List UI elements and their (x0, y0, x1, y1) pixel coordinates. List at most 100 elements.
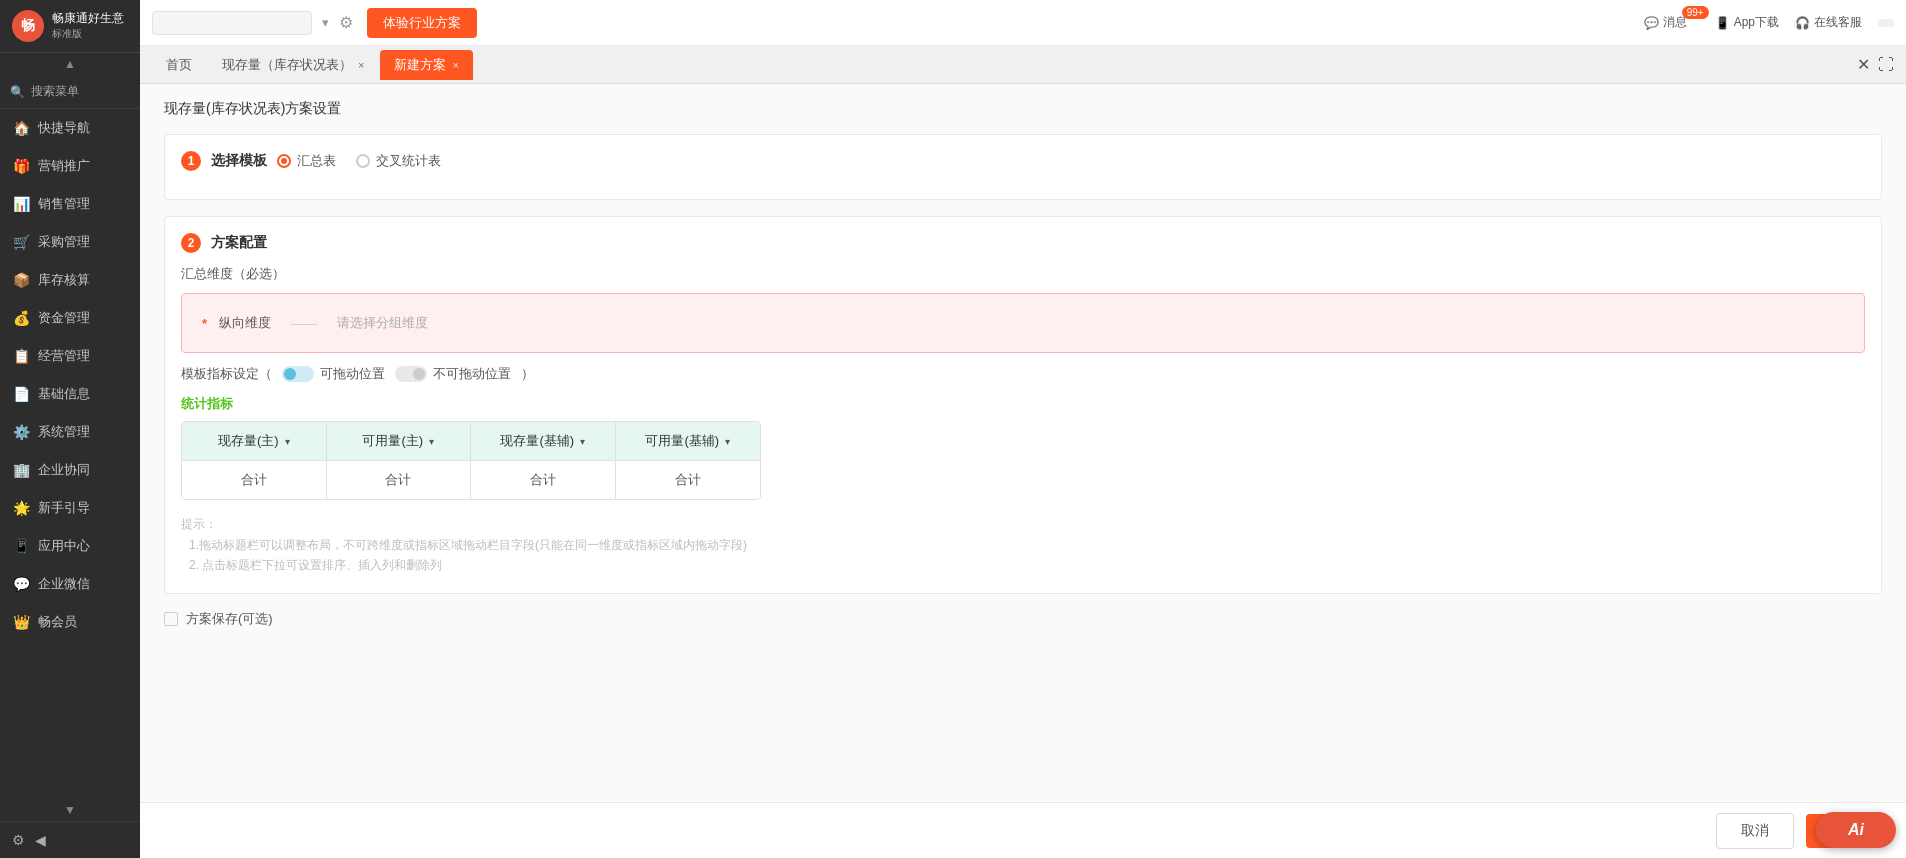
sidebar-item-finance[interactable]: 💰 资金管理 (0, 299, 140, 337)
sidebar-item-label: 畅会员 (38, 613, 77, 631)
messages-badge: 99+ (1682, 6, 1709, 19)
tab-inventory-label: 现存量（库存状况表） (222, 56, 352, 74)
radio-cross-label: 交叉统计表 (376, 152, 441, 170)
radio-cross[interactable]: 交叉统计表 (356, 152, 441, 170)
sidebar-item-basic-info[interactable]: 📄 基础信息 (0, 375, 140, 413)
app-download-link[interactable]: 📱 App下载 (1715, 14, 1779, 31)
sidebar-item-label: 基础信息 (38, 385, 90, 403)
tab-home[interactable]: 首页 (152, 50, 206, 80)
tab-inventory-close[interactable]: × (358, 59, 364, 71)
sidebar-item-label: 企业协同 (38, 461, 90, 479)
app-name: 畅康通好生意 (52, 11, 124, 27)
messages-link[interactable]: 💬 消息 99+ (1644, 14, 1699, 31)
collapse-icon[interactable]: ◀ (35, 832, 46, 848)
industry-btn[interactable]: 体验行业方案 (367, 8, 477, 38)
step1-header: 1 选择模板 汇总表 交叉统计表 (181, 151, 1865, 171)
mobile-icon: 📱 (12, 537, 30, 555)
radio-summary[interactable]: 汇总表 (277, 152, 336, 170)
stats-th-2[interactable]: 现存量(基辅) ▾ (471, 422, 616, 460)
sidebar-item-wechat[interactable]: 💬 企业微信 (0, 565, 140, 603)
sidebar-item-marketing[interactable]: 🎁 营销推广 (0, 147, 140, 185)
expand-window-icon[interactable]: ⛶ (1878, 56, 1894, 74)
draggable-toggle[interactable]: 可拖动位置 (282, 365, 385, 383)
stats-table: 现存量(主) ▾ 可用量(主) ▾ 现存量(基辅) ▾ (181, 421, 761, 500)
save-option-label: 方案保存(可选) (186, 610, 273, 628)
stats-th-1[interactable]: 可用量(主) ▾ (327, 422, 472, 460)
sidebar-item-label: 资金管理 (38, 309, 90, 327)
save-checkbox[interactable] (164, 612, 178, 626)
radio-cross-dot (356, 154, 370, 168)
sidebar-item-sales[interactable]: 📊 销售管理 (0, 185, 140, 223)
sidebar-item-label: 系统管理 (38, 423, 90, 441)
star-icon: 🌟 (12, 499, 30, 517)
tab-new-close[interactable]: × (452, 59, 458, 71)
non-draggable-toggle-box (395, 366, 427, 382)
field-divider: —— (291, 316, 317, 331)
sidebar-item-system[interactable]: ⚙️ 系统管理 (0, 413, 140, 451)
field-placeholder[interactable]: 请选择分组维度 (337, 314, 428, 332)
user-avatar[interactable] (1878, 19, 1894, 27)
app-version: 标准版 (52, 27, 124, 41)
scroll-up-arrow[interactable]: ▲ (0, 53, 140, 75)
sidebar-item-label: 营销推广 (38, 157, 90, 175)
sidebar-item-app-center[interactable]: 📱 应用中心 (0, 527, 140, 565)
stats-th-0[interactable]: 现存量(主) ▾ (182, 422, 327, 460)
stats-section: 统计指标 现存量(主) ▾ 可用量(主) ▾ (181, 395, 1865, 500)
tips-title: 提示： (181, 516, 1865, 533)
sidebar-item-inventory[interactable]: 📦 库存核算 (0, 261, 140, 299)
sidebar-item-label: 库存核算 (38, 271, 90, 289)
step2-badge: 2 (181, 233, 201, 253)
close-window-icon[interactable]: ✕ (1857, 55, 1870, 74)
cancel-button[interactable]: 取消 (1716, 813, 1794, 849)
ai-bubble[interactable]: Ai (1816, 812, 1896, 848)
online-service-link[interactable]: 🎧 在线客服 (1795, 14, 1862, 31)
sidebar-search[interactable]: 🔍 搜索菜单 (0, 75, 140, 109)
page-content: 现存量(库存状况表)方案设置 1 选择模板 汇总表 交叉统计表 (140, 84, 1906, 802)
sidebar-item-label: 销售管理 (38, 195, 90, 213)
cart-icon: 🛒 (12, 233, 30, 251)
money-icon: 💰 (12, 309, 30, 327)
sidebar-item-label: 快捷导航 (38, 119, 90, 137)
service-icon: 🎧 (1795, 16, 1810, 30)
sidebar-item-label: 经营管理 (38, 347, 90, 365)
step2-header: 2 方案配置 (181, 233, 1865, 253)
save-option: 方案保存(可选) (164, 610, 1882, 628)
settings-icon[interactable]: ⚙ (12, 832, 25, 848)
search-label: 搜索菜单 (31, 83, 79, 100)
stats-th-2-label: 现存量(基辅) (500, 432, 574, 450)
indicators-label-text: 模板指标设定（ (181, 365, 272, 383)
step1-title: 选择模板 (211, 152, 267, 170)
topbar-search-input[interactable] (152, 11, 312, 35)
sidebar-item-management[interactable]: 📋 经营管理 (0, 337, 140, 375)
topbar-chevron-icon[interactable]: ▾ (322, 15, 329, 30)
sidebar-item-label: 应用中心 (38, 537, 90, 555)
sidebar-item-new-guide[interactable]: 🌟 新手引导 (0, 489, 140, 527)
tip-1: 2. 点击标题栏下拉可设置排序、插入列和删除列 (181, 557, 1865, 574)
sidebar-item-quick-nav[interactable]: 🏠 快捷导航 (0, 109, 140, 147)
stats-th-1-label: 可用量(主) (362, 432, 423, 450)
stats-th-3-label: 可用量(基辅) (645, 432, 719, 450)
sidebar-item-enterprise[interactable]: 🏢 企业协同 (0, 451, 140, 489)
sidebar-nav: 🏠 快捷导航 🎁 营销推广 📊 销售管理 🛒 采购管理 📦 库存核算 💰 资金管… (0, 109, 140, 799)
tab-new-plan[interactable]: 新建方案 × (380, 50, 472, 80)
stats-section-label: 统计指标 (181, 395, 1865, 413)
sidebar-item-purchase[interactable]: 🛒 采购管理 (0, 223, 140, 261)
sidebar-footer: ⚙ ◀ (0, 821, 140, 858)
topbar-right: 💬 消息 99+ 📱 App下载 🎧 在线客服 (1644, 14, 1894, 31)
non-draggable-toggle[interactable]: 不可拖动位置 (395, 365, 511, 383)
stats-th-0-label: 现存量(主) (218, 432, 279, 450)
doc-icon: 📄 (12, 385, 30, 403)
stats-th-3[interactable]: 可用量(基辅) ▾ (616, 422, 761, 460)
sidebar-item-member[interactable]: 👑 畅会员 (0, 603, 140, 641)
stats-td-0: 合计 (182, 461, 327, 499)
summary-dimension-label: 汇总维度（必选） (181, 265, 1865, 283)
search-icon: 🔍 (10, 85, 25, 99)
window-controls: ✕ ⛶ (1857, 55, 1894, 74)
scroll-down-arrow[interactable]: ▼ (0, 799, 140, 821)
chevron-down-icon-3: ▾ (725, 436, 730, 447)
download-icon: 📱 (1715, 16, 1730, 30)
topbar-gear-icon[interactable]: ⚙ (339, 13, 353, 32)
tab-inventory[interactable]: 现存量（库存状况表） × (208, 50, 378, 80)
section-step1: 1 选择模板 汇总表 交叉统计表 (164, 134, 1882, 200)
indicators-toggle: 模板指标设定（ 可拖动位置 不可拖动位置 ） (181, 365, 1865, 383)
